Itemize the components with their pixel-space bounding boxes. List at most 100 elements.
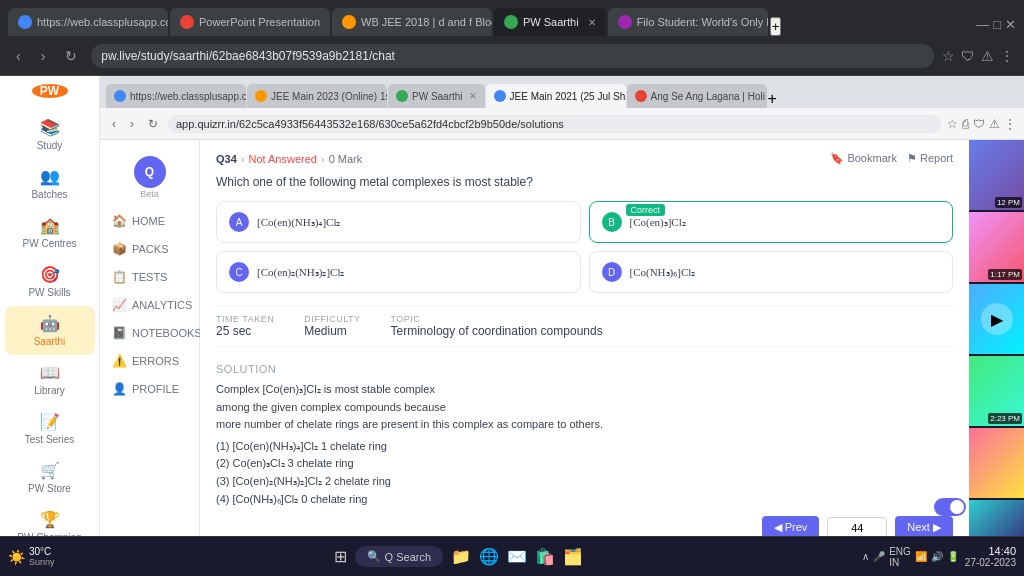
inner-tab-4[interactable]: Ang Se Ang Lagana | Holi Song | ... ✕: [627, 84, 767, 108]
outer-address-bar: ‹ › ↻ ☆ 🛡 ⚠ ⋮: [0, 36, 1024, 76]
video-time-2: 1:17 PM: [988, 269, 1022, 280]
datetime-display[interactable]: 14:40 27-02-2023: [965, 545, 1016, 568]
new-tab-button[interactable]: +: [770, 17, 782, 36]
back-button[interactable]: ‹: [10, 44, 27, 68]
reload-button[interactable]: ↻: [59, 44, 83, 68]
sidebar-label-study: Study: [37, 140, 63, 151]
inner-warning-icon: ⚠: [989, 117, 1000, 131]
inner-bookmark-icon[interactable]: ☆: [947, 117, 958, 131]
video-thumb-6[interactable]: [969, 500, 1024, 536]
outer-tab-2[interactable]: WB JEE 2018 | d and f Block Elements... …: [332, 8, 492, 36]
quiz-beta-label: Beta: [134, 189, 166, 199]
outer-tab-4[interactable]: Filo Student: World's Only Live Instan..…: [608, 8, 768, 36]
maximize-icon[interactable]: □: [993, 17, 1001, 32]
sidebar-label-store: PW Store: [28, 483, 71, 494]
sidebar-item-batches[interactable]: 👥 Batches: [5, 159, 95, 208]
taskbar: ☀️ 30°C Sunny ⊞ 🔍 Q Search 📁 🌐 ✉️ 🛍️ 🗂️ …: [0, 536, 1024, 576]
video-thumb-3[interactable]: ▶: [969, 284, 1024, 354]
video-time-4: 2:23 PM: [988, 413, 1022, 424]
sidebar-item-pw-champion[interactable]: 🏆 PW Champion: [5, 502, 95, 536]
forward-button[interactable]: ›: [35, 44, 52, 68]
sidebar-item-pw-store[interactable]: 🛒 PW Store: [5, 453, 95, 502]
close-icon[interactable]: ✕: [1005, 17, 1016, 32]
video-thumb-2[interactable]: 1:17 PM: [969, 212, 1024, 282]
video-thumb-5[interactable]: [969, 428, 1024, 498]
video-thumb-1[interactable]: 12 PM: [969, 140, 1024, 210]
quiz-sidebar-logo: Q Beta: [100, 148, 199, 207]
browser-icons: ☆ 🛡 ⚠ ⋮: [942, 48, 1014, 64]
new-inner-tab-button[interactable]: +: [768, 90, 777, 108]
sidebar-item-pw-centres[interactable]: 🏫 PW Centres: [5, 208, 95, 257]
quiz-nav-notebooks[interactable]: 📓 NOTEBOOKS: [100, 319, 199, 347]
option-text-b: [Co(en)₃]Cl₂: [630, 216, 686, 229]
taskbar-store-icon[interactable]: 🛍️: [535, 547, 555, 566]
centres-icon: 🏫: [40, 216, 60, 235]
correct-badge: Correct: [626, 204, 666, 216]
quiz-nav-home[interactable]: 🏠 HOME: [100, 207, 199, 235]
question-number: Q34: [216, 153, 237, 165]
taskbar-file-icon[interactable]: 📁: [451, 547, 471, 566]
video-time-1: 12 PM: [995, 197, 1022, 208]
tab-close-3[interactable]: ✕: [588, 17, 596, 28]
sidebar-label-centres: PW Centres: [23, 238, 77, 249]
menu-icon[interactable]: ⋮: [1000, 48, 1014, 64]
taskbar-folder-icon[interactable]: 🗂️: [563, 547, 583, 566]
video-thumb-4[interactable]: 2:23 PM: [969, 356, 1024, 426]
toggle-container: [934, 498, 966, 516]
option-b[interactable]: B [Co(en)₃]Cl₂ Correct: [589, 201, 954, 243]
quiz-nav-analytics[interactable]: 📈 ANALYTICS: [100, 291, 199, 319]
inner-tab-2[interactable]: PW Saarthi ✕: [388, 84, 485, 108]
mic-icon[interactable]: 🎤: [873, 551, 885, 562]
tab-label-1: PowerPoint Presentation: [199, 16, 320, 28]
taskbar-search[interactable]: 🔍 Q Search: [355, 546, 443, 567]
time-taken-value: 25 sec: [216, 324, 274, 338]
page-input[interactable]: [827, 517, 887, 536]
inner-share-icon[interactable]: ⎙: [962, 117, 969, 131]
sidebar-label-saarthi: Saarthi: [34, 336, 66, 347]
next-button[interactable]: Next ▶: [895, 516, 953, 536]
sidebar-item-test-series[interactable]: 📝 Test Series: [5, 404, 95, 453]
notebooks-icon: 📓: [112, 326, 127, 340]
sidebar-item-saarthi[interactable]: 🤖 Saarthi: [5, 306, 95, 355]
inner-tab-1[interactable]: JEE Main 2023 (Online) 1st February I...…: [247, 84, 387, 108]
quiz-nav-tests[interactable]: 📋 TESTS: [100, 263, 199, 291]
tab-close-1[interactable]: ✕: [329, 17, 330, 28]
inner-back-button[interactable]: ‹: [108, 115, 120, 133]
outer-tab-3[interactable]: PW Saarthi ✕: [494, 8, 606, 36]
report-button[interactable]: ⚑ Report: [907, 152, 953, 165]
inner-forward-button[interactable]: ›: [126, 115, 138, 133]
prev-button[interactable]: ◀ Prev: [762, 516, 820, 536]
inner-reload-button[interactable]: ↻: [144, 115, 162, 133]
outer-tab-1[interactable]: PowerPoint Presentation ✕: [170, 8, 330, 36]
inner-tab-close-2[interactable]: ✕: [469, 91, 477, 101]
inner-tab-bar: https://web.classplusapp.com/newA... ✕ J…: [100, 76, 1024, 108]
minimize-icon[interactable]: —: [976, 17, 989, 32]
address-input[interactable]: [91, 44, 934, 68]
inner-tab-3[interactable]: JEE Main 2021 (25 Jul Shift 2) - C... ✕: [486, 84, 626, 108]
sidebar-item-pw-skills[interactable]: 🎯 PW Skills: [5, 257, 95, 306]
store-icon: 🛒: [40, 461, 60, 480]
option-a[interactable]: A [Co(en)(NH₃)₄]Cl₂: [216, 201, 581, 243]
taskbar-edge-icon[interactable]: 🌐: [479, 547, 499, 566]
option-d[interactable]: D [Co(NH₃)₆]Cl₂: [589, 251, 954, 293]
speaker-icon[interactable]: 🔊: [931, 551, 943, 562]
tray-up-icon[interactable]: ∧: [862, 551, 869, 562]
outer-tab-0[interactable]: https://web.classplusapp.com/newAp... ✕: [8, 8, 168, 36]
bookmark-button[interactable]: 🔖 Bookmark: [830, 152, 897, 165]
bookmark-icon[interactable]: ☆: [942, 48, 955, 64]
quiz-nav-errors[interactable]: ⚠️ ERRORS: [100, 347, 199, 375]
inner-browser: https://web.classplusapp.com/newA... ✕ J…: [100, 76, 1024, 536]
inner-tab-0[interactable]: https://web.classplusapp.com/newA... ✕: [106, 84, 246, 108]
sidebar-item-library[interactable]: 📖 Library: [5, 355, 95, 404]
tab-favicon-0: [18, 15, 32, 29]
inner-menu-icon[interactable]: ⋮: [1004, 117, 1016, 131]
quiz-nav-profile[interactable]: 👤 PROFILE: [100, 375, 199, 403]
sidebar-item-study[interactable]: 📚 Study: [5, 110, 95, 159]
study-icon: 📚: [40, 118, 60, 137]
toggle-button[interactable]: [934, 498, 966, 516]
quiz-nav-packs[interactable]: 📦 PACKS: [100, 235, 199, 263]
start-icon[interactable]: ⊞: [334, 547, 347, 566]
taskbar-mail-icon[interactable]: ✉️: [507, 547, 527, 566]
inner-address-input[interactable]: [168, 115, 941, 133]
option-c[interactable]: C [Co(en)₂(NH₃)₂]Cl₂: [216, 251, 581, 293]
